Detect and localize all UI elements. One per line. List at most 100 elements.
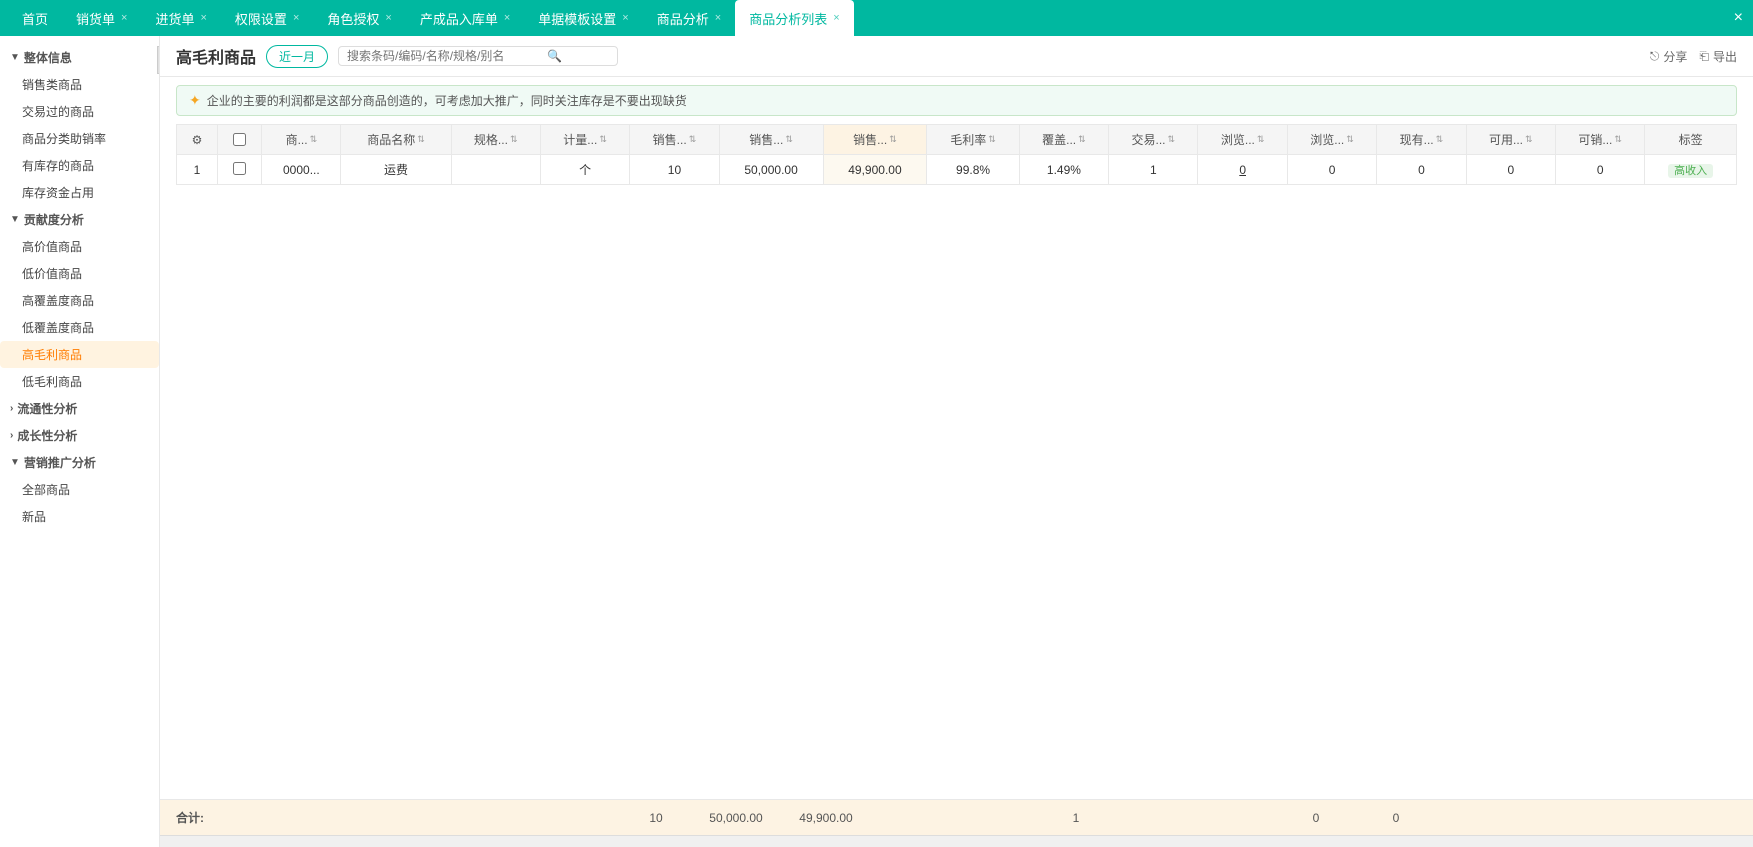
sidebar-item-stock-fund[interactable]: 库存资金占用: [0, 179, 159, 206]
close-purchase-order[interactable]: ×: [200, 12, 206, 24]
cell-sellable-stock: 0: [1555, 155, 1644, 185]
col-code[interactable]: 商... ⇅: [262, 125, 341, 155]
top-nav: 首页 销货单 × 进货单 × 权限设置 × 角色授权 × 产成品入库单 × 单据…: [0, 0, 1753, 36]
sidebar-item-all-goods[interactable]: 全部商品: [0, 476, 159, 503]
total-sales-qty: 10: [616, 811, 696, 825]
col-browse2[interactable]: 浏览... ⇅: [1287, 125, 1376, 155]
sort-icon-code: ⇅: [310, 134, 318, 145]
sidebar-item-in-stock[interactable]: 有库存的商品: [0, 152, 159, 179]
col-sales-profit[interactable]: 销售... ⇅: [823, 125, 927, 155]
nav-product-analysis[interactable]: 商品分析 ×: [643, 0, 735, 36]
cell-name: 运费: [341, 155, 451, 185]
close-permission-settings[interactable]: ×: [293, 12, 299, 24]
col-coverage[interactable]: 覆盖... ⇅: [1019, 125, 1108, 155]
close-all-button[interactable]: ×: [1734, 9, 1743, 27]
col-available-stock[interactable]: 可用... ⇅: [1466, 125, 1555, 155]
search-input[interactable]: [347, 49, 547, 63]
browse1-link[interactable]: 0: [1239, 163, 1246, 177]
cell-checkbox[interactable]: [217, 155, 261, 185]
filter-recent-month[interactable]: 近一月: [266, 45, 328, 68]
main-layout: « ▼ 整体信息 销售类商品 交易过的商品 商品分类助销率 有库存的商品 库存资…: [0, 36, 1753, 847]
info-icon: ✦: [189, 92, 201, 109]
total-transaction: 1: [1036, 811, 1116, 825]
col-sales-qty[interactable]: 销售... ⇅: [630, 125, 719, 155]
page-title: 高毛利商品: [176, 44, 256, 68]
sidebar-section-growth[interactable]: › 成长性分析: [0, 422, 159, 449]
sidebar: « ▼ 整体信息 销售类商品 交易过的商品 商品分类助销率 有库存的商品 库存资…: [0, 36, 160, 847]
nav-template-settings[interactable]: 单据模板设置 ×: [524, 0, 642, 36]
totals-cells: 10 50,000.00 49,900.00 1 0 0: [256, 811, 1737, 825]
col-transaction[interactable]: 交易... ⇅: [1109, 125, 1198, 155]
cell-sales-qty: 10: [630, 155, 719, 185]
share-button[interactable]: ⎋ 分享: [1650, 48, 1688, 65]
info-bar: ✦ 企业的主要的利润都是这部分商品创造的，可考虑加大推广，同时关注库存是不要出现…: [176, 85, 1737, 116]
sidebar-item-high-value[interactable]: 高价值商品: [0, 233, 159, 260]
nav-permission-settings[interactable]: 权限设置 ×: [221, 0, 313, 36]
close-product-analysis-list[interactable]: ×: [833, 12, 839, 24]
cell-sales-profit: 49,900.00: [823, 155, 927, 185]
sidebar-item-category-rate[interactable]: 商品分类助销率: [0, 125, 159, 152]
sort-icon-name: ⇅: [417, 134, 425, 145]
cell-transaction: 1: [1109, 155, 1198, 185]
tag-badge: 高收入: [1668, 164, 1713, 178]
col-browse1[interactable]: 浏览... ⇅: [1198, 125, 1287, 155]
sort-icon-available-stock: ⇅: [1525, 134, 1533, 145]
close-sales-order[interactable]: ×: [121, 12, 127, 24]
sidebar-item-high-margin[interactable]: 高毛利商品: [0, 341, 159, 368]
row-checkbox[interactable]: [233, 162, 246, 175]
sidebar-section-marketing[interactable]: ▼ 营销推广分析: [0, 449, 159, 476]
col-sellable-stock[interactable]: 可销... ⇅: [1555, 125, 1644, 155]
col-sales-amount[interactable]: 销售... ⇅: [719, 125, 823, 155]
arrow-icon-growth: ›: [10, 430, 13, 441]
arrow-icon-contribution: ▼: [10, 214, 20, 225]
nav-role-auth[interactable]: 角色授权 ×: [313, 0, 405, 36]
sidebar-item-high-coverage[interactable]: 高覆盖度商品: [0, 287, 159, 314]
export-icon: ⎗: [1699, 49, 1709, 64]
search-icon[interactable]: 🔍: [547, 49, 562, 63]
totals-bar: 合计: 10 50,000.00 49,900.00 1 0 0: [160, 799, 1753, 835]
col-name[interactable]: 商品名称 ⇅: [341, 125, 451, 155]
col-settings[interactable]: ⚙: [177, 125, 218, 155]
sidebar-item-sales-goods[interactable]: 销售类商品: [0, 71, 159, 98]
nav-sales-order[interactable]: 销货单 ×: [62, 0, 141, 36]
close-template-settings[interactable]: ×: [622, 12, 628, 24]
total-sales-profit: 49,900.00: [776, 811, 876, 825]
scroll-bar[interactable]: [160, 835, 1753, 847]
col-tag[interactable]: 标签: [1645, 125, 1737, 155]
col-current-stock[interactable]: 现有... ⇅: [1377, 125, 1466, 155]
cell-browse2: 0: [1287, 155, 1376, 185]
sidebar-item-low-margin[interactable]: 低毛利商品: [0, 368, 159, 395]
sidebar-item-low-value[interactable]: 低价值商品: [0, 260, 159, 287]
sort-icon-current-stock: ⇅: [1436, 134, 1444, 145]
sidebar-item-new-goods[interactable]: 新品: [0, 503, 159, 530]
export-button[interactable]: ⎗ 导出: [1699, 48, 1737, 65]
sidebar-section-contribution[interactable]: ▼ 贡献度分析: [0, 206, 159, 233]
close-role-auth[interactable]: ×: [385, 12, 391, 24]
sidebar-toggle[interactable]: «: [157, 46, 160, 74]
close-product-inbound[interactable]: ×: [504, 12, 510, 24]
sort-icon-sales-profit: ⇅: [889, 134, 897, 145]
col-gross-margin[interactable]: 毛利率 ⇅: [927, 125, 1019, 155]
cell-index: 1: [177, 155, 218, 185]
nav-purchase-order[interactable]: 进货单 ×: [141, 0, 220, 36]
cell-spec: [451, 155, 540, 185]
col-checkbox[interactable]: [217, 125, 261, 155]
sort-icon-sales-amount: ⇅: [785, 134, 793, 145]
sort-icon-browse2: ⇅: [1346, 134, 1354, 145]
col-spec[interactable]: 规格... ⇅: [451, 125, 540, 155]
nav-product-inbound[interactable]: 产成品入库单 ×: [406, 0, 524, 36]
sidebar-section-liquidity[interactable]: › 流通性分析: [0, 395, 159, 422]
nav-product-analysis-list[interactable]: 商品分析列表 ×: [735, 0, 853, 36]
sidebar-item-traded-goods[interactable]: 交易过的商品: [0, 98, 159, 125]
close-product-analysis[interactable]: ×: [715, 12, 721, 24]
arrow-icon: ▼: [10, 52, 20, 63]
cell-browse1[interactable]: 0: [1198, 155, 1287, 185]
select-all-checkbox[interactable]: [233, 133, 246, 146]
cell-current-stock: 0: [1377, 155, 1466, 185]
sidebar-section-overall[interactable]: ▼ 整体信息: [0, 44, 159, 71]
table-header-row: ⚙ 商... ⇅ 商品名称: [177, 125, 1737, 155]
col-unit[interactable]: 计量... ⇅: [540, 125, 629, 155]
arrow-icon-liquidity: ›: [10, 403, 13, 414]
nav-home[interactable]: 首页: [8, 0, 62, 36]
sidebar-item-low-coverage[interactable]: 低覆盖度商品: [0, 314, 159, 341]
